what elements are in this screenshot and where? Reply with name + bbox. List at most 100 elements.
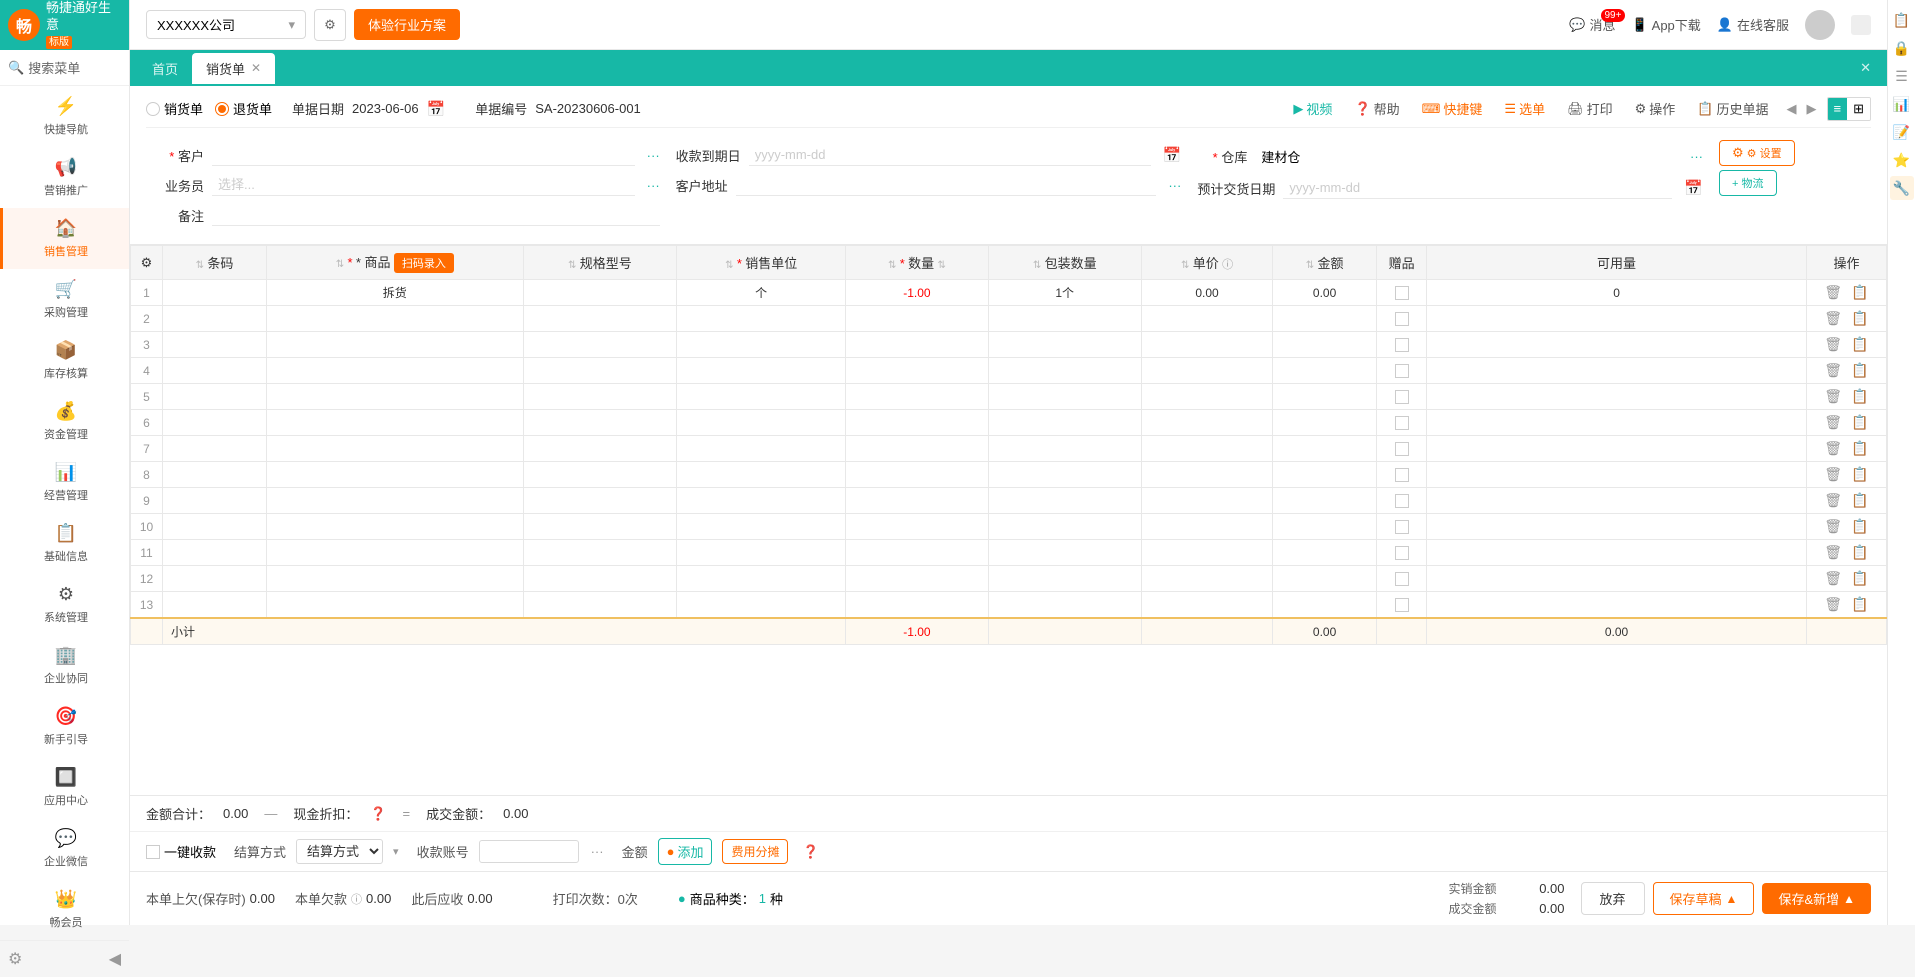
goods-type-link[interactable]: 1 [759, 891, 766, 906]
header-gear-button[interactable]: ⚙ [314, 9, 346, 41]
row-delete-icon[interactable]: 🗑 [1821, 362, 1845, 378]
sidebar-item-inventory[interactable]: 📦 库存核算 [0, 330, 129, 391]
row-delete-icon[interactable]: 🗑 [1821, 570, 1845, 586]
right-panel-icon-5[interactable]: 📝 [1890, 120, 1914, 144]
note-input[interactable] [212, 204, 660, 226]
radio-sales-order[interactable]: 销货单 [146, 99, 203, 118]
tab-home[interactable]: 首页 [138, 53, 192, 84]
row-copy-icon[interactable]: 📋 [1848, 570, 1871, 586]
sidebar-item-apps[interactable]: 🔲 应用中心 [0, 757, 129, 818]
toolbar-history-btn[interactable]: 📋 历史单据 [1689, 96, 1776, 121]
one-click-checkbox[interactable] [146, 845, 160, 859]
account-expand-icon[interactable]: ··· [591, 844, 604, 859]
row-copy-icon[interactable]: 📋 [1848, 310, 1871, 326]
toolbar-select-btn[interactable]: ☰ 选单 [1496, 96, 1553, 121]
row-delete-icon[interactable]: 🗑 [1821, 336, 1845, 352]
row-copy-icon[interactable]: 📋 [1848, 284, 1871, 300]
sidebar-item-finance[interactable]: 💰 资金管理 [0, 391, 129, 452]
setup-button[interactable]: ⚙ ⚙ 设置 [1719, 140, 1795, 166]
customer-input[interactable] [212, 144, 635, 166]
toolbar-operation-btn[interactable]: ⚙ 操作 [1627, 96, 1684, 121]
right-panel-icon-7[interactable]: 🔧 [1890, 176, 1914, 200]
sidebar-item-system[interactable]: ⚙ 系统管理 [0, 574, 129, 635]
sidebar-item-purchase[interactable]: 🛒 采购管理 [0, 269, 129, 330]
tab-close-icon[interactable]: ✕ [251, 61, 261, 75]
view-list-btn[interactable]: ≡ [1828, 98, 1848, 120]
row-delete-icon[interactable]: 🗑 [1821, 310, 1845, 326]
tab-close-all[interactable]: ✕ [1860, 60, 1879, 76]
expected-calendar-icon[interactable]: 📅 [1684, 179, 1703, 197]
sidebar-item-basic[interactable]: 📋 基础信息 [0, 513, 129, 574]
row-copy-icon[interactable]: 📋 [1848, 596, 1871, 612]
right-panel-icon-3[interactable]: ☰ [1890, 64, 1914, 88]
logistics-button[interactable]: + 物流 [1719, 170, 1776, 196]
sidebar-collapse-icon[interactable]: ◀ [109, 949, 121, 969]
sidebar-item-enterprise[interactable]: 🏢 企业协同 [0, 635, 129, 696]
row-delete-icon[interactable]: 🗑 [1821, 596, 1845, 612]
sidebar-item-shortcut[interactable]: ⚡ 快捷导航 [0, 86, 129, 147]
view-grid-btn[interactable]: ⊞ [1847, 98, 1870, 120]
app-download-button[interactable]: 📱 App下载 [1631, 15, 1700, 34]
row-delete-icon[interactable]: 🗑 [1821, 544, 1845, 560]
calc-method-expand-icon[interactable]: ▾ [393, 845, 399, 858]
sidebar-item-guide[interactable]: 🎯 新手引导 [0, 696, 129, 757]
toolbar-help-btn[interactable]: ❓ 帮助 [1346, 96, 1407, 121]
customer-addr-input[interactable] [736, 174, 1157, 196]
row-delete-icon[interactable]: 🗑 [1821, 284, 1845, 300]
table-gear-icon[interactable]: ⚙ [141, 255, 153, 270]
discount-info-icon[interactable]: ❓ [370, 806, 386, 822]
payment-due-input[interactable] [749, 144, 1151, 166]
salesperson-input[interactable] [212, 174, 635, 196]
prev-arrow-icon[interactable]: ◀ [1783, 99, 1801, 119]
sidebar-item-operation[interactable]: 📊 经营管理 [0, 452, 129, 513]
company-selector[interactable]: XXXXXX公司 ▾ [146, 10, 306, 39]
row-delete-icon[interactable]: 🗑 [1821, 492, 1845, 508]
row-copy-icon[interactable]: 📋 [1848, 492, 1871, 508]
row-delete-icon[interactable]: 🗑 [1821, 518, 1845, 534]
fee-info-icon[interactable]: ❓ [802, 844, 818, 860]
row-copy-icon[interactable]: 📋 [1848, 518, 1871, 534]
right-panel-icon-6[interactable]: ⭐ [1890, 148, 1914, 172]
row-delete-icon[interactable]: 🗑 [1821, 414, 1845, 430]
calc-method-select[interactable]: 结算方式 [296, 839, 383, 864]
toolbar-shortcut-btn[interactable]: ⌨ 快捷键 [1414, 96, 1491, 121]
expected-date-input[interactable] [1283, 177, 1672, 199]
online-service-button[interactable]: 👤 在线客服 [1717, 15, 1789, 34]
row-copy-icon[interactable]: 📋 [1848, 414, 1871, 430]
fee-split-button[interactable]: 费用分摊 [722, 839, 788, 864]
sidebar-search[interactable]: 🔍 搜索菜单 [0, 50, 129, 86]
row-delete-icon[interactable]: 🗑 [1821, 440, 1845, 456]
table-wrapper[interactable]: ⚙ ⇅ 条码 ⇅ * * 商品 扫码录入 [130, 245, 1887, 795]
next-arrow-icon[interactable]: ▶ [1803, 99, 1821, 119]
row-delete-icon[interactable]: 🗑 [1821, 388, 1845, 404]
addr-expand-icon[interactable]: ··· [1168, 178, 1181, 193]
user-avatar[interactable] [1805, 10, 1835, 40]
toolbar-video-btn[interactable]: ▶ 视频 [1285, 96, 1340, 121]
add-payment-button[interactable]: ● 添加 [658, 838, 713, 865]
tab-sales-order[interactable]: 销货单 ✕ [192, 53, 275, 84]
right-panel-icon-2[interactable]: 🔒 [1890, 36, 1914, 60]
one-click-pay[interactable]: 一键收款 [146, 842, 216, 861]
customer-expand-icon[interactable]: ··· [647, 148, 660, 163]
row-copy-icon[interactable]: 📋 [1848, 362, 1871, 378]
row-copy-icon[interactable]: 📋 [1848, 440, 1871, 456]
right-panel-icon-1[interactable]: 📋 [1890, 8, 1914, 32]
sidebar-item-sales[interactable]: 🏠 销售管理 [0, 208, 129, 269]
warehouse-expand-icon[interactable]: ··· [1690, 149, 1703, 164]
account-input[interactable] [479, 840, 579, 863]
radio-return-order[interactable]: 退货单 [215, 99, 272, 118]
row-copy-icon[interactable]: 📋 [1848, 388, 1871, 404]
row-copy-icon[interactable]: 📋 [1848, 336, 1871, 352]
message-button[interactable]: 💬 消息 99+ [1569, 15, 1615, 34]
right-panel-icon-4[interactable]: 📊 [1890, 92, 1914, 116]
row-delete-icon[interactable]: 🗑 [1821, 466, 1845, 482]
sidebar-item-marketing[interactable]: 📢 营销推广 [0, 147, 129, 208]
save-new-button[interactable]: 保存&新增 ▲ [1762, 883, 1871, 914]
payment-calendar-icon[interactable]: 📅 [1163, 146, 1182, 164]
scan-button[interactable]: 扫码录入 [394, 253, 454, 273]
date-calendar-icon[interactable]: 📅 [427, 100, 446, 118]
sidebar-item-wechat[interactable]: 💬 企业微信 [0, 818, 129, 879]
row-copy-icon[interactable]: 📋 [1848, 544, 1871, 560]
save-draft-button[interactable]: 保存草稿 ▲ [1653, 882, 1755, 915]
row-copy-icon[interactable]: 📋 [1848, 466, 1871, 482]
